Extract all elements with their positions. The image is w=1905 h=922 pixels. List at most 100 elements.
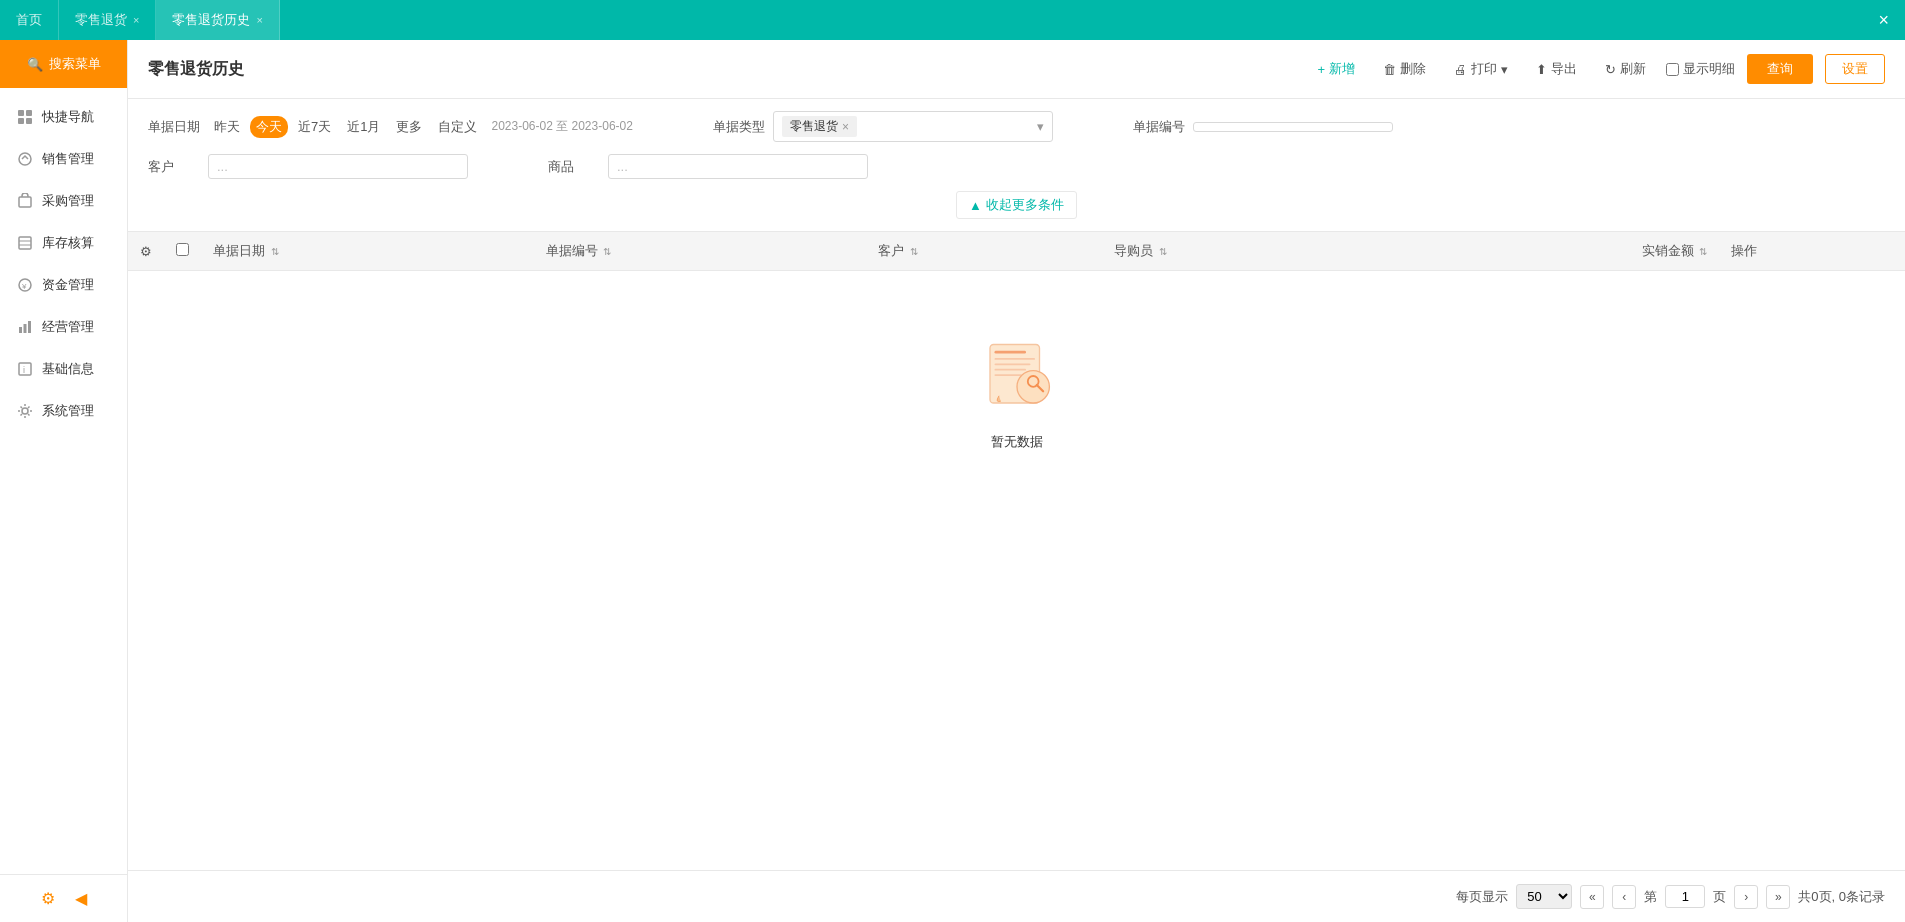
inventory-icon (16, 234, 34, 252)
collapse-button[interactable]: ▲ 收起更多条件 (956, 191, 1077, 219)
go-page-label: 第 (1644, 888, 1657, 906)
tab-retail-return-history-close[interactable]: × (256, 14, 262, 26)
type-select-arrow-icon: ▾ (1037, 119, 1044, 134)
table-header-number[interactable]: 单据编号 ⇅ (534, 232, 867, 271)
select-all-checkbox[interactable] (176, 243, 189, 256)
tab-retail-return-history[interactable]: 零售退货历史 × (156, 0, 279, 40)
first-page-button[interactable]: « (1580, 885, 1604, 909)
delete-button[interactable]: 🗑 删除 (1375, 56, 1434, 82)
date-opt-1month[interactable]: 近1月 (341, 116, 386, 138)
table-body: 暂无数据 (128, 271, 1905, 512)
top-bar: 首页 零售退货 × 零售退货历史 × × (0, 0, 1905, 40)
voucher-input[interactable] (1193, 122, 1393, 132)
date-opt-more[interactable]: 更多 (390, 116, 428, 138)
type-filter-label: 单据类型 (713, 118, 773, 136)
refresh-icon: ↻ (1605, 62, 1616, 77)
table-header-amount[interactable]: 实销金额 ⇅ (1387, 232, 1720, 271)
last-page-button[interactable]: » (1766, 885, 1790, 909)
date-opt-yesterday[interactable]: 昨天 (208, 116, 246, 138)
add-button[interactable]: + 新增 (1309, 56, 1363, 82)
table-header-date[interactable]: 单据日期 ⇅ (201, 232, 534, 271)
print-icon: 🖨 (1454, 62, 1467, 77)
go-page-suffix: 页 (1713, 888, 1726, 906)
settings-bottom-icon[interactable]: ⚙ (41, 889, 55, 908)
print-button[interactable]: 🖨 打印 ▾ (1446, 56, 1516, 82)
date-filter-label: 单据日期 (148, 118, 208, 136)
sidebar-item-finance-mgmt[interactable]: ¥ 资金管理 (0, 264, 127, 306)
search-menu-button[interactable]: 🔍 搜索菜单 (0, 40, 127, 88)
print-label: 打印 (1471, 60, 1497, 78)
svg-rect-11 (19, 327, 22, 333)
setting-button[interactable]: 设置 (1825, 54, 1885, 84)
sidebar-item-finance-mgmt-label: 资金管理 (42, 276, 94, 294)
quick-nav-icon (16, 108, 34, 126)
refresh-button[interactable]: ↻ 刷新 (1597, 56, 1654, 82)
top-bar-right: × (1878, 0, 1905, 40)
sidebar-item-sales-mgmt[interactable]: 销售管理 (0, 138, 127, 180)
tab-retail-return-history-label: 零售退货历史 (172, 11, 250, 29)
tab-retail-return[interactable]: 零售退货 × (59, 0, 156, 40)
table-header-row: ⚙ 单据日期 ⇅ 单据编号 ⇅ (128, 232, 1905, 271)
svg-rect-5 (19, 197, 31, 207)
collapse-icon: ▲ (969, 198, 982, 213)
svg-rect-21 (994, 369, 1026, 371)
export-button[interactable]: ⬆ 导出 (1528, 56, 1585, 82)
date-range-display: 2023-06-02 至 2023-06-02 (491, 118, 632, 135)
page-size-select[interactable]: 50 100 200 (1516, 884, 1572, 909)
empty-text: 暂无数据 (991, 433, 1043, 451)
window-close-button[interactable]: × (1878, 10, 1889, 31)
type-tag-remove[interactable]: × (842, 120, 849, 134)
svg-rect-13 (28, 321, 31, 333)
sidebar-item-operation-mgmt-label: 经营管理 (42, 318, 94, 336)
collapse-sidebar-icon[interactable]: ◀ (75, 889, 87, 908)
table-wrapper: ⚙ 单据日期 ⇅ 单据编号 ⇅ (128, 232, 1905, 870)
system-mgmt-icon (16, 402, 34, 420)
svg-rect-0 (18, 110, 24, 116)
table-header-gear[interactable]: ⚙ (128, 232, 164, 271)
date-opt-today[interactable]: 今天 (250, 116, 288, 138)
sidebar-item-operation-mgmt[interactable]: 经营管理 (0, 306, 127, 348)
tab-home[interactable]: 首页 (0, 0, 59, 40)
gear-icon[interactable]: ⚙ (140, 244, 152, 259)
svg-text:¥: ¥ (21, 282, 27, 291)
show-detail-input[interactable] (1666, 63, 1679, 76)
sidebar-item-purchase-mgmt[interactable]: 采购管理 (0, 180, 127, 222)
sidebar-item-basic-info[interactable]: i 基础信息 (0, 348, 127, 390)
sidebar-nav: 快捷导航 销售管理 采购管理 库存核算 (0, 88, 127, 874)
print-dropdown-icon: ▾ (1501, 62, 1508, 77)
page-size-label: 每页显示 (1456, 888, 1508, 906)
sidebar-item-system-mgmt[interactable]: 系统管理 (0, 390, 127, 432)
sidebar-item-inventory[interactable]: 库存核算 (0, 222, 127, 264)
show-detail-checkbox[interactable]: 显示明细 (1666, 60, 1735, 78)
date-options: 昨天 今天 近7天 近1月 更多 自定义 (208, 116, 483, 138)
svg-rect-6 (19, 237, 31, 249)
prev-page-button[interactable]: ‹ (1612, 885, 1636, 909)
export-label: 导出 (1551, 60, 1577, 78)
total-label: 共0页, 0条记录 (1798, 888, 1885, 906)
svg-text:i: i (23, 365, 25, 375)
sidebar-item-inventory-label: 库存核算 (42, 234, 94, 252)
svg-rect-2 (18, 118, 24, 124)
goods-input[interactable]: ... (608, 154, 868, 179)
customer-placeholder: ... (217, 159, 228, 174)
col-customer-label: 客户 (878, 243, 904, 258)
type-select[interactable]: 零售退货 × ▾ (773, 111, 1053, 142)
date-opt-7days[interactable]: 近7天 (292, 116, 337, 138)
tab-retail-return-close[interactable]: × (133, 14, 139, 26)
customer-filter-label: 客户 (148, 158, 208, 176)
next-page-button[interactable]: › (1734, 885, 1758, 909)
svg-rect-3 (26, 118, 32, 124)
sidebar-item-purchase-mgmt-label: 采购管理 (42, 192, 94, 210)
page-number-input[interactable] (1665, 885, 1705, 908)
query-button[interactable]: 查询 (1747, 54, 1813, 84)
empty-icon (972, 331, 1062, 421)
customer-input[interactable]: ... (208, 154, 468, 179)
date-opt-custom[interactable]: 自定义 (432, 116, 483, 138)
svg-rect-1 (26, 110, 32, 116)
sidebar-item-quick-nav[interactable]: 快捷导航 (0, 96, 127, 138)
table-header-guide[interactable]: 导购员 ⇅ (1102, 232, 1386, 271)
svg-rect-18 (994, 351, 1026, 354)
sidebar-bottom: ⚙ ◀ (0, 874, 127, 922)
table-header-customer[interactable]: 客户 ⇅ (866, 232, 1102, 271)
table-header-check[interactable] (164, 232, 201, 271)
